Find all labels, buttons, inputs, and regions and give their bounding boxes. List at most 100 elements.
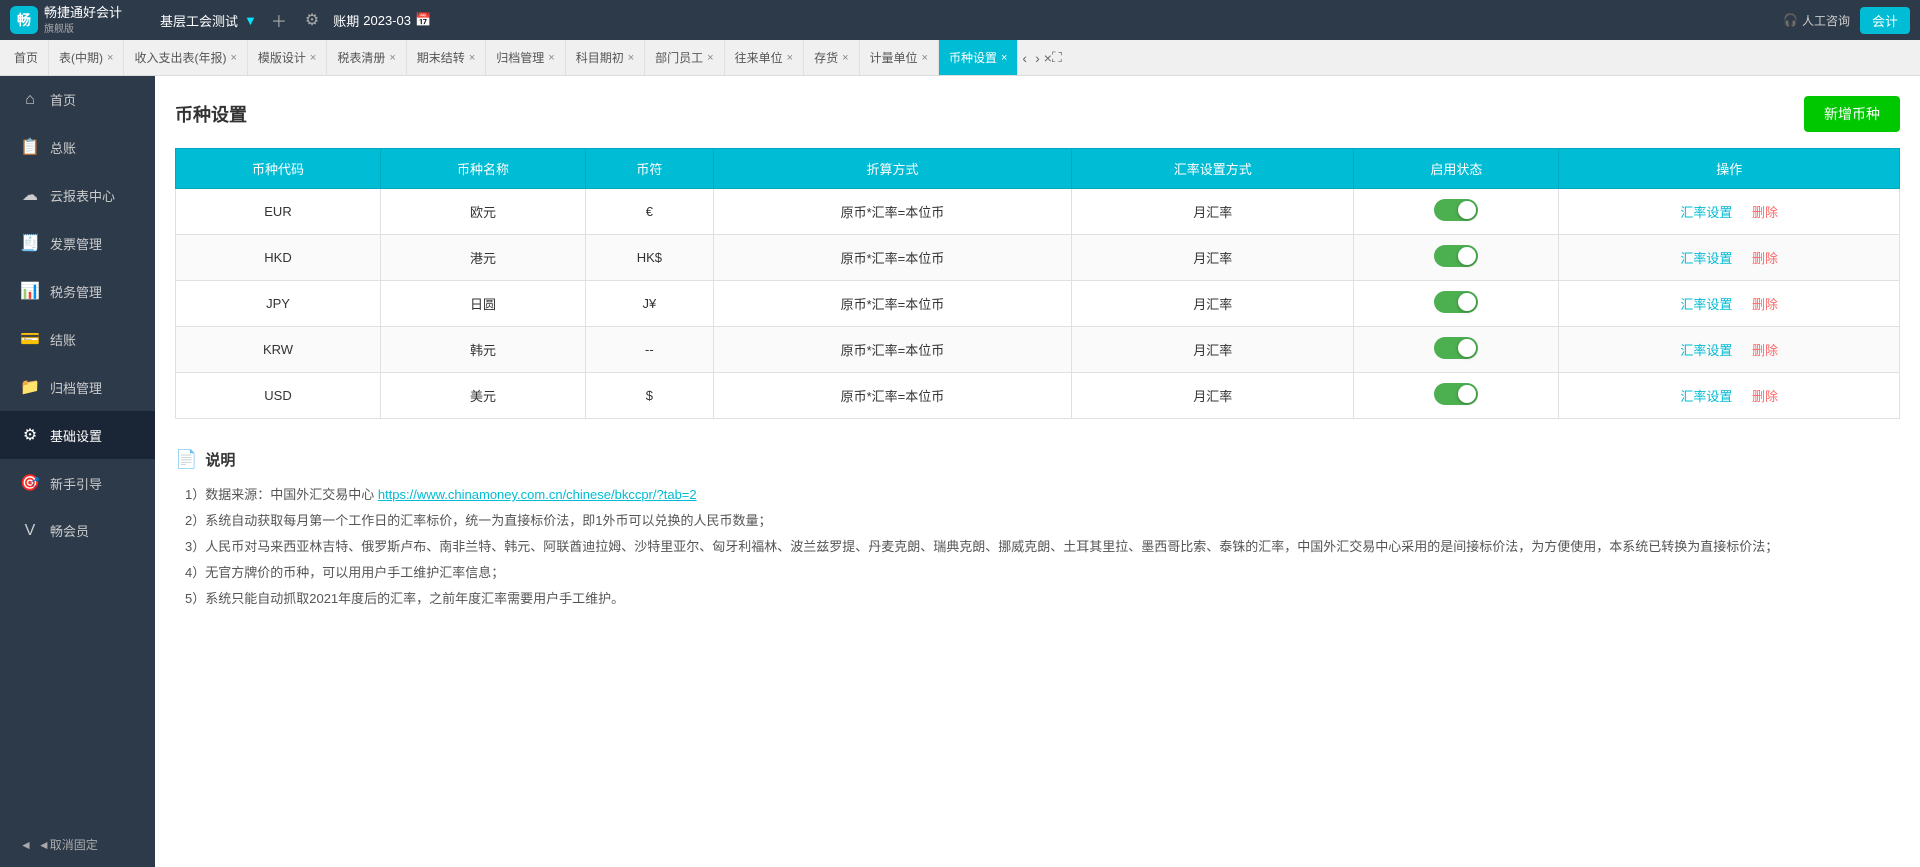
close-icon[interactable]: × xyxy=(787,52,793,64)
tab-next-button[interactable]: › xyxy=(1031,50,1044,66)
close-icon[interactable]: × xyxy=(707,52,713,64)
add-tab-button[interactable]: ＋ xyxy=(267,6,291,34)
delete-button[interactable]: 删除 xyxy=(1752,294,1778,313)
delete-button[interactable]: 删除 xyxy=(1752,248,1778,267)
table-row: EUR 欧元 € 原币*汇率=本位币 月汇率 汇率设置 删除 xyxy=(176,189,1900,235)
settings-icon: ⚙ xyxy=(20,425,40,445)
company-selector[interactable]: 基层工会测试 ▼ xyxy=(160,11,257,30)
close-icon[interactable]: × xyxy=(389,52,395,64)
sidebar-item-cloud-reports[interactable]: ☁ 云报表中心 xyxy=(0,171,155,219)
sidebar-item-guide[interactable]: 🎯 新手引导 xyxy=(0,459,155,507)
cell-status xyxy=(1354,235,1559,281)
account-button[interactable]: 会计 xyxy=(1860,7,1910,34)
col-symbol: 币符 xyxy=(586,149,714,189)
rate-settings-button[interactable]: 汇率设置 xyxy=(1680,386,1732,405)
tab-inventory[interactable]: 存货 × xyxy=(804,40,859,76)
cell-conversion: 原币*汇率=本位币 xyxy=(713,327,1071,373)
toggle-switch[interactable] xyxy=(1434,383,1478,405)
sidebar-item-general-ledger[interactable]: 📋 总账 xyxy=(0,123,155,171)
logo-area: 畅 畅捷通好会计 旗舰版 xyxy=(10,5,150,36)
notes-list: 1）数据来源：中国外汇交易中心 https://www.chinamoney.c… xyxy=(175,482,1900,612)
calendar-icon[interactable]: 📅 xyxy=(415,12,431,28)
page-header: 币种设置 新增币种 xyxy=(175,96,1900,132)
invoice-icon: 🧾 xyxy=(20,233,40,253)
close-icon[interactable]: × xyxy=(1001,52,1007,64)
cell-status xyxy=(1354,327,1559,373)
cell-name: 韩元 xyxy=(381,327,586,373)
sidebar-item-archive[interactable]: 📁 归档管理 xyxy=(0,363,155,411)
sidebar-item-checkout[interactable]: 💳 结账 xyxy=(0,315,155,363)
close-icon[interactable]: × xyxy=(842,52,848,64)
close-icon[interactable]: × xyxy=(922,52,928,64)
tab-unit[interactable]: 计量单位 × xyxy=(860,40,939,76)
tab-annual[interactable]: 收入支出表(年报) × xyxy=(124,40,247,76)
tab-bar: 首页 表(中期) × 收入支出表(年报) × 模版设计 × 税表清册 × 期末结… xyxy=(0,40,1920,76)
tab-subject-init[interactable]: 科目期初 × xyxy=(566,40,645,76)
close-icon[interactable]: × xyxy=(310,52,316,64)
sidebar-pin-toggle[interactable]: ◄ ◄取消固定 xyxy=(0,822,155,867)
tab-label: 科目期初 xyxy=(576,49,624,66)
rate-settings-button[interactable]: 汇率设置 xyxy=(1680,340,1732,359)
cell-symbol: -- xyxy=(586,327,714,373)
cell-actions: 汇率设置 删除 xyxy=(1559,373,1900,419)
cell-name: 美元 xyxy=(381,373,586,419)
toggle-switch[interactable] xyxy=(1434,337,1478,359)
tab-home[interactable]: 首页 xyxy=(4,40,49,76)
logo-text: 畅捷通好会计 xyxy=(44,5,122,21)
close-icon[interactable]: × xyxy=(230,52,236,64)
sidebar-item-label: 税务管理 xyxy=(50,282,102,301)
toggle-switch[interactable] xyxy=(1434,199,1478,221)
cell-name: 欧元 xyxy=(381,189,586,235)
sidebar-item-home[interactable]: ⌂ 首页 xyxy=(0,76,155,123)
tab-midterm[interactable]: 表(中期) × xyxy=(49,40,124,76)
tab-tax-table[interactable]: 税表清册 × xyxy=(327,40,406,76)
delete-button[interactable]: 删除 xyxy=(1752,340,1778,359)
tab-archive[interactable]: 归档管理 × xyxy=(486,40,565,76)
help-button[interactable]: 🎧 人工咨询 xyxy=(1783,12,1850,29)
note-item: 4）无官方牌价的币种，可以用用户手工维护汇率信息； xyxy=(185,560,1900,586)
cell-conversion: 原币*汇率=本位币 xyxy=(713,189,1071,235)
cell-symbol: € xyxy=(586,189,714,235)
sidebar-item-member[interactable]: V 畅会员 xyxy=(0,507,155,554)
close-icon[interactable]: × xyxy=(548,52,554,64)
toggle-switch[interactable] xyxy=(1434,245,1478,267)
close-icon[interactable]: × xyxy=(107,52,113,64)
cell-rate-type: 月汇率 xyxy=(1072,189,1354,235)
tab-currency[interactable]: 币种设置 × xyxy=(939,40,1018,76)
cell-symbol: $ xyxy=(586,373,714,419)
headset-icon: 🎧 xyxy=(1783,13,1798,27)
tab-prev-button[interactable]: ‹ xyxy=(1018,50,1031,66)
notes-link[interactable]: https://www.chinamoney.com.cn/chinese/bk… xyxy=(378,487,697,502)
sidebar-item-basic-settings[interactable]: ⚙ 基础设置 xyxy=(0,411,155,459)
cell-code: EUR xyxy=(176,189,381,235)
close-icon[interactable]: × xyxy=(469,52,475,64)
sidebar-item-tax[interactable]: 📊 税务管理 xyxy=(0,267,155,315)
tab-label: 模版设计 xyxy=(258,49,306,66)
delete-button[interactable]: 删除 xyxy=(1752,202,1778,221)
cell-rate-type: 月汇率 xyxy=(1072,327,1354,373)
tab-label: 表(中期) xyxy=(59,49,103,66)
settings-icon[interactable]: ⚙ xyxy=(301,8,323,32)
tab-period-transfer[interactable]: 期末结转 × xyxy=(407,40,486,76)
sidebar: ⌂ 首页 📋 总账 ☁ 云报表中心 🧾 发票管理 📊 税务管理 💳 结账 📁 归… xyxy=(0,76,155,867)
rate-settings-button[interactable]: 汇率设置 xyxy=(1680,248,1732,267)
close-icon[interactable]: × xyxy=(628,52,634,64)
rate-settings-button[interactable]: 汇率设置 xyxy=(1680,294,1732,313)
tab-department[interactable]: 部门员工 × xyxy=(645,40,724,76)
rate-settings-button[interactable]: 汇率设置 xyxy=(1680,202,1732,221)
sidebar-item-label: 云报表中心 xyxy=(50,186,115,205)
checkout-icon: 💳 xyxy=(20,329,40,349)
tab-template[interactable]: 模版设计 × xyxy=(248,40,327,76)
toggle-switch[interactable] xyxy=(1434,291,1478,313)
tab-contacts[interactable]: 往来单位 × xyxy=(725,40,804,76)
expand-button[interactable]: ⛶ xyxy=(1052,49,1062,66)
delete-button[interactable]: 删除 xyxy=(1752,386,1778,405)
sidebar-item-invoice[interactable]: 🧾 发票管理 xyxy=(0,219,155,267)
sidebar-item-label: 畅会员 xyxy=(50,521,89,540)
table-row: JPY 日圆 J¥ 原币*汇率=本位币 月汇率 汇率设置 删除 xyxy=(176,281,1900,327)
close-all-tabs-button[interactable]: × xyxy=(1044,50,1052,66)
tax-icon: 📊 xyxy=(20,281,40,301)
tab-label: 币种设置 xyxy=(949,49,997,66)
col-name: 币种名称 xyxy=(381,149,586,189)
new-currency-button[interactable]: 新增币种 xyxy=(1804,96,1900,132)
